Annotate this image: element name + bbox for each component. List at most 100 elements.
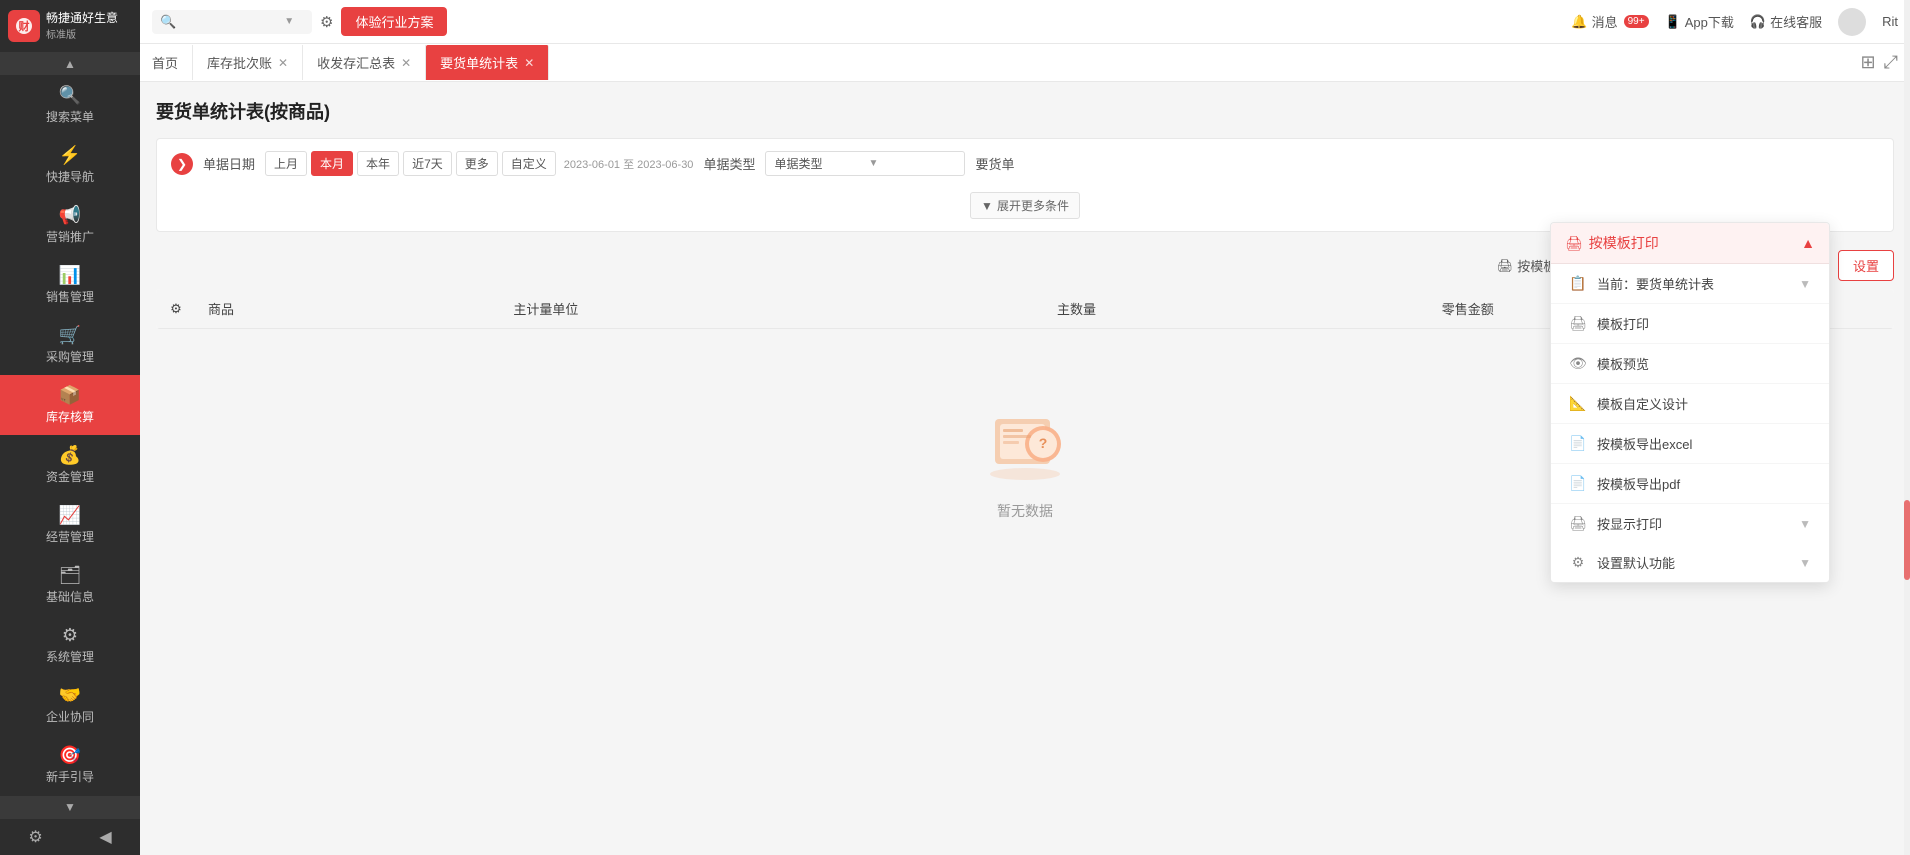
date-btn-7days[interactable]: 近7天 — [403, 151, 452, 176]
col-settings-header[interactable]: ⚙ — [156, 289, 196, 329]
sidebar: 财 畅捷通好生意 标准版 ▲ 🔍 搜索菜单 ⚡ 快捷导航 📢 营销推广 📊 销售… — [0, 0, 140, 855]
trial-btn[interactable]: 体验行业方案 — [341, 7, 447, 36]
set-default-arrow: ▼ — [1799, 556, 1811, 570]
sidebar-item-basic[interactable]: 🗂 基础信息 — [0, 555, 140, 615]
system-icon: ⚙ — [62, 625, 78, 646]
tab-inventory-batch-label: 库存批次账 — [207, 53, 272, 72]
tab-home-label: 首页 — [152, 53, 178, 72]
sidebar-item-inventory[interactable]: 📦 库存核算 — [0, 375, 140, 435]
search-icon: 🔍 — [160, 14, 176, 30]
date-filter-buttons: 上月 本月 本年 近7天 更多 自定义 2023-06-01 至 2023-06… — [265, 151, 693, 176]
tab-order-stats-close[interactable]: ✕ — [524, 56, 534, 70]
tab-order-stats-label: 要货单统计表 — [440, 53, 518, 72]
set-default-item[interactable]: ⚙ 设置默认功能 ▼ — [1551, 543, 1829, 582]
print-dropdown-title: 按模板打印 — [1589, 233, 1659, 253]
tab-receipt-summary-close[interactable]: ✕ — [401, 56, 411, 70]
tabs-expand-btn[interactable]: ⊞ — [1861, 52, 1876, 73]
avatar[interactable] — [1838, 8, 1866, 36]
tab-inventory-batch[interactable]: 库存批次账 ✕ — [193, 45, 303, 80]
type-filter-label: 单据类型 — [703, 154, 755, 173]
topbar: 🔍 ▼ ⚙ 体验行业方案 🔔 消息 99+ 📱 App下载 🎧 在线客服 Rit — [140, 0, 1910, 44]
print-dropdown-collapse-icon[interactable]: ▲ — [1801, 235, 1815, 251]
expand-conditions-btn[interactable]: ▼ 展开更多条件 — [970, 192, 1080, 219]
sidebar-item-search[interactable]: 🔍 搜索菜单 — [0, 75, 140, 135]
date-btn-more[interactable]: 更多 — [456, 151, 498, 176]
display-print-label: 按显示打印 — [1597, 514, 1662, 533]
quick-nav-icon: ⚡ — [59, 145, 81, 166]
date-btn-current-year[interactable]: 本年 — [357, 151, 399, 176]
page-title: 要货单统计表(按商品) — [156, 98, 1894, 124]
current-template-item[interactable]: 📋 当前：要货单统计表 ▼ — [1551, 264, 1829, 304]
tab-home[interactable]: 首页 — [152, 45, 193, 80]
sidebar-item-collab[interactable]: 🤝 企业协同 — [0, 675, 140, 735]
app-logo-text: 畅捷通好生意 标准版 — [46, 11, 118, 42]
print-dropdown: 🖨 按模板打印 ▲ 📋 当前：要货单统计表 ▼ 🖨 模板打印 👁 模板预览 — [1550, 222, 1830, 583]
sidebar-item-marketing[interactable]: 📢 营销推广 — [0, 195, 140, 255]
sidebar-item-guide[interactable]: 🎯 新手引导 — [0, 735, 140, 795]
set-default-icon: ⚙ — [1569, 554, 1587, 571]
guide-icon: 🎯 — [59, 745, 81, 766]
scrollbar[interactable] — [1904, 0, 1910, 855]
template-design-label: 模板自定义设计 — [1597, 394, 1688, 413]
search-nav-icon: 🔍 — [59, 85, 81, 106]
template-export-pdf-item[interactable]: 📄 按模板导出pdf — [1551, 464, 1829, 504]
svg-text:?: ? — [1039, 435, 1048, 451]
template-preview-item[interactable]: 👁 模板预览 — [1551, 344, 1829, 384]
search-dropdown-icon: ▼ — [284, 16, 294, 27]
sidebar-item-quick-nav[interactable]: ⚡ 快捷导航 — [0, 135, 140, 195]
template-export-excel-item[interactable]: 📄 按模板导出excel — [1551, 424, 1829, 464]
message-icon: 🔔 — [1571, 14, 1587, 30]
date-btn-custom[interactable]: 自定义 — [502, 151, 556, 176]
topbar-search-box[interactable]: 🔍 ▼ — [152, 10, 312, 34]
online-service-btn[interactable]: 🎧 在线客服 — [1750, 12, 1822, 31]
scrollbar-thumb[interactable] — [1904, 500, 1910, 580]
sidebar-item-finance[interactable]: 💰 资金管理 — [0, 435, 140, 495]
empty-text: 暂无数据 — [997, 501, 1053, 521]
type-filter-arrow-icon: ▼ — [868, 158, 956, 169]
date-btn-current-month[interactable]: 本月 — [311, 151, 353, 176]
sidebar-scroll-down[interactable]: ▼ — [0, 796, 140, 818]
headset-icon: 🎧 — [1750, 14, 1766, 30]
template-design-item[interactable]: 📐 模板自定义设计 — [1551, 384, 1829, 424]
sidebar-item-purchase[interactable]: 🛒 采购管理 — [0, 315, 140, 375]
col-unit-header: 主计量单位 — [501, 289, 1045, 329]
print-dropdown-header-icon: 🖨 — [1565, 235, 1583, 252]
template-print-item[interactable]: 🖨 模板打印 — [1551, 304, 1829, 344]
template-print-icon: 🖨 — [1569, 315, 1587, 332]
tabs-fullscreen-btn[interactable]: ⤢ — [1884, 52, 1898, 73]
sidebar-settings-btn[interactable]: ⚙ — [28, 827, 42, 847]
type-filter-select[interactable]: 单据类型 ▼ — [765, 151, 965, 176]
search-input[interactable] — [180, 15, 280, 29]
tab-receipt-summary[interactable]: 收发存汇总表 ✕ — [303, 45, 426, 80]
app-download-btn[interactable]: 📱 App下载 — [1665, 12, 1734, 31]
current-template-icon: 📋 — [1569, 275, 1587, 292]
filter-row-main: ❯ 单据日期 上月 本月 本年 近7天 更多 自定义 2023-06-01 至 … — [171, 151, 1879, 176]
print-icon: 🖨 — [1497, 258, 1514, 274]
finance-icon: 💰 — [59, 445, 81, 466]
sidebar-item-sales[interactable]: 📊 销售管理 — [0, 255, 140, 315]
tab-inventory-batch-close[interactable]: ✕ — [278, 56, 288, 70]
filter-collapse-btn[interactable]: ❯ — [171, 153, 193, 175]
table-settings-btn[interactable]: 设置 — [1838, 250, 1894, 281]
message-badge: 99+ — [1624, 15, 1649, 28]
col-quantity-header: 主数量 — [1045, 289, 1430, 329]
marketing-icon: 📢 — [59, 205, 81, 226]
app-logo-icon: 财 — [8, 10, 40, 42]
sidebar-collapse-btn[interactable]: ◀ — [99, 827, 111, 847]
date-btn-last-month[interactable]: 上月 — [265, 151, 307, 176]
template-export-pdf-label: 按模板导出pdf — [1597, 474, 1680, 493]
sidebar-item-operation[interactable]: 📈 经营管理 — [0, 495, 140, 555]
print-dropdown-header-right: ▲ — [1801, 235, 1815, 251]
sidebar-item-system[interactable]: ⚙ 系统管理 — [0, 615, 140, 675]
template-preview-label: 模板预览 — [1597, 354, 1649, 373]
message-btn[interactable]: 🔔 消息 99+ — [1571, 12, 1648, 31]
filter-bar: ❯ 单据日期 上月 本月 本年 近7天 更多 自定义 2023-06-01 至 … — [156, 138, 1894, 232]
sidebar-scroll-up[interactable]: ▲ — [0, 53, 140, 75]
content-area: 要货单统计表(按商品) ❯ 单据日期 上月 本月 本年 近7天 更多 自定义 2… — [140, 82, 1910, 855]
tabs-right: ⊞ ⤢ — [1861, 52, 1899, 73]
tab-order-stats[interactable]: 要货单统计表 ✕ — [426, 45, 549, 80]
inventory-icon: 📦 — [59, 385, 81, 406]
topbar-gear-icon[interactable]: ⚙ — [320, 13, 333, 31]
display-print-arrow: ▼ — [1799, 517, 1811, 531]
display-print-item[interactable]: 🖨 按显示打印 ▼ — [1551, 504, 1829, 543]
